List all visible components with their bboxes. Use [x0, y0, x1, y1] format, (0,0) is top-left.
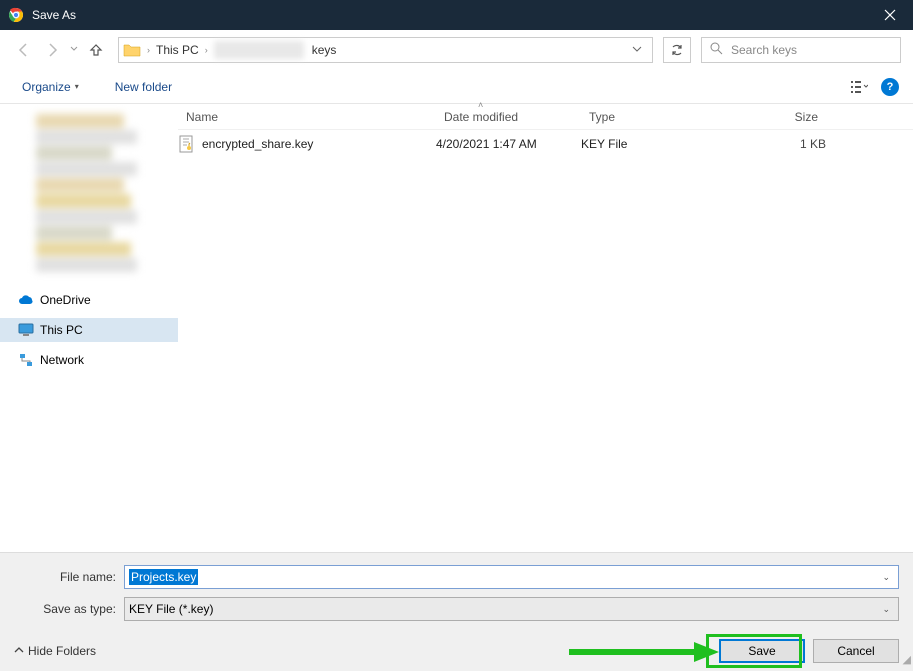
- chevron-right-icon[interactable]: ›: [203, 45, 210, 55]
- navigation-sidebar: OneDrive This PC Network: [0, 104, 178, 552]
- search-icon: [710, 42, 723, 58]
- sidebar-item-label: Network: [40, 353, 84, 367]
- key-file-icon: [178, 135, 196, 153]
- sidebar-item-thispc[interactable]: This PC: [0, 318, 178, 342]
- chevron-down-icon[interactable]: ⌄: [878, 572, 894, 583]
- dialog-footer: Hide Folders Save Cancel: [14, 639, 899, 663]
- sidebar-item-label: OneDrive: [40, 293, 91, 307]
- file-date: 4/20/2021 1:47 AM: [436, 137, 581, 151]
- search-placeholder: Search keys: [731, 43, 797, 57]
- folder-icon: [123, 42, 141, 58]
- annotation-arrow: [564, 637, 724, 667]
- recent-dropdown[interactable]: [70, 45, 78, 56]
- filename-value: Projects.key: [129, 569, 198, 585]
- resize-grip-icon[interactable]: ◢: [903, 653, 911, 666]
- column-header-size[interactable]: Size: [726, 104, 826, 129]
- filename-label: File name:: [14, 570, 124, 584]
- sidebar-item-label: This PC: [40, 323, 83, 337]
- help-button[interactable]: ?: [881, 78, 899, 96]
- sidebar-redacted-quickaccess: [36, 114, 162, 272]
- main-area: OneDrive This PC Network ˄ Name Date mod…: [0, 104, 913, 552]
- column-headers: ˄ Name Date modified Type Size: [178, 104, 913, 130]
- savetype-value: KEY File (*.key): [129, 602, 878, 616]
- save-panel: File name: Projects.key ⌄ Save as type: …: [0, 552, 913, 671]
- dialog-title: Save As: [32, 8, 76, 22]
- cancel-button[interactable]: Cancel: [813, 639, 899, 663]
- back-button[interactable]: [12, 38, 36, 62]
- hide-folders-button[interactable]: Hide Folders: [14, 644, 96, 658]
- forward-button[interactable]: [40, 38, 64, 62]
- address-dropdown[interactable]: [626, 44, 648, 57]
- breadcrumb-redacted: [214, 41, 304, 59]
- column-header-name[interactable]: Name: [178, 104, 436, 129]
- address-bar[interactable]: › This PC › keys: [118, 37, 653, 63]
- monitor-icon: [18, 322, 34, 338]
- savetype-select[interactable]: KEY File (*.key) ⌄: [124, 597, 899, 621]
- title-bar: Save As: [0, 0, 913, 30]
- chevron-right-icon[interactable]: ›: [145, 45, 152, 55]
- close-button[interactable]: [867, 0, 913, 30]
- new-folder-button[interactable]: New folder: [107, 76, 180, 98]
- sidebar-item-onedrive[interactable]: OneDrive: [0, 288, 178, 312]
- refresh-button[interactable]: [663, 37, 691, 63]
- search-input[interactable]: Search keys: [701, 37, 901, 63]
- save-button[interactable]: Save: [719, 639, 805, 663]
- nav-bar: › This PC › keys Search keys: [0, 30, 913, 70]
- onedrive-icon: [18, 292, 34, 308]
- file-type: KEY File: [581, 137, 726, 151]
- chrome-icon: [8, 7, 24, 23]
- file-row[interactable]: encrypted_share.key 4/20/2021 1:47 AM KE…: [178, 130, 913, 158]
- organize-menu[interactable]: Organize ▾: [14, 76, 87, 98]
- sidebar-item-network[interactable]: Network: [0, 348, 178, 372]
- breadcrumb-thispc[interactable]: This PC: [152, 43, 203, 57]
- file-name: encrypted_share.key: [202, 137, 313, 151]
- up-button[interactable]: [84, 38, 108, 62]
- sort-indicator-icon: ˄: [478, 100, 483, 110]
- savetype-label: Save as type:: [14, 602, 124, 616]
- filename-input[interactable]: Projects.key ⌄: [124, 565, 899, 589]
- chevron-up-icon: [14, 644, 24, 658]
- network-icon: [18, 352, 34, 368]
- file-list: ˄ Name Date modified Type Size encrypted…: [178, 104, 913, 552]
- toolbar: Organize ▾ New folder ?: [0, 70, 913, 104]
- file-size: 1 KB: [726, 137, 826, 151]
- column-header-date[interactable]: Date modified: [436, 104, 581, 129]
- breadcrumb-keys[interactable]: keys: [308, 43, 341, 57]
- view-options-button[interactable]: [845, 75, 873, 99]
- column-header-type[interactable]: Type: [581, 104, 726, 129]
- chevron-down-icon: ▾: [75, 82, 79, 91]
- chevron-down-icon[interactable]: ⌄: [878, 604, 894, 615]
